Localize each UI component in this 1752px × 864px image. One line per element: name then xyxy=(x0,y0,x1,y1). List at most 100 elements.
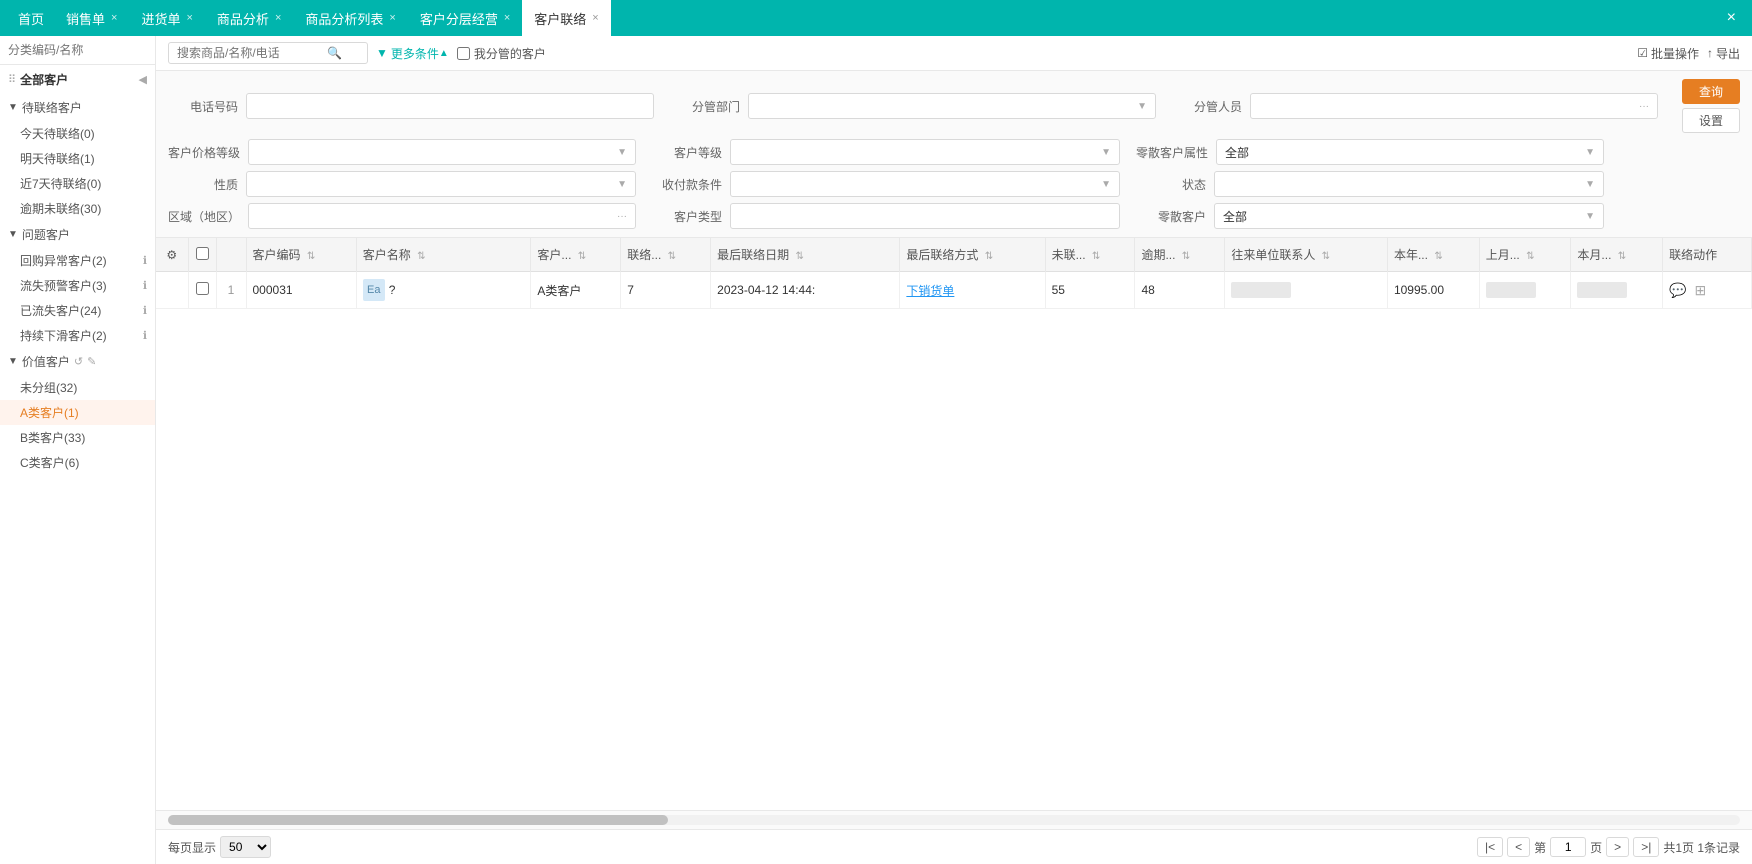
page-first-button[interactable]: |< xyxy=(1477,837,1503,857)
nav-tab-sales[interactable]: 销售单 × xyxy=(54,0,129,36)
my-customers-checkbox[interactable] xyxy=(457,47,470,60)
nature-dropdown[interactable]: ▼ xyxy=(246,171,636,197)
scatter-attr-dropdown-icon: ▼ xyxy=(1585,147,1595,158)
tab-customer-segment-close[interactable]: × xyxy=(504,12,510,24)
row-checkbox-cell[interactable] xyxy=(188,272,216,309)
all-customers-collapse-icon[interactable]: ◀ xyxy=(139,73,147,86)
sidebar-item-declining-customers[interactable]: 持续下滑客户(2) ℹ xyxy=(0,323,155,348)
col-customer-type[interactable]: 客户... ⇅ xyxy=(531,238,621,272)
nav-tab-customer-segment[interactable]: 客户分层经营 × xyxy=(408,0,522,36)
scatter-attr-value: 全部 xyxy=(1225,144,1249,161)
sidebar-item-today-pending[interactable]: 今天待联络(0) xyxy=(0,121,155,146)
horizontal-scrollbar[interactable] xyxy=(156,810,1752,829)
contact-method-link[interactable]: 下销货单 xyxy=(906,284,954,298)
sidebar-all-customers[interactable]: ⠿ 全部客户 ◀ xyxy=(0,65,155,94)
sidebar-pending-contact-group[interactable]: ▼ 待联络客户 xyxy=(0,94,155,121)
sidebar-search-input[interactable] xyxy=(8,43,156,57)
sidebar-item-repurchase-abnormal[interactable]: 回购异常客户(2) ℹ xyxy=(0,248,155,273)
price-level-dropdown[interactable]: ▼ xyxy=(248,139,636,165)
filter-field-scatter: 零散客户 全部 ▼ xyxy=(1136,203,1604,229)
col-last-contact-method[interactable]: 最后联络方式 ⇅ xyxy=(900,238,1045,272)
row-unit-contact-cell xyxy=(1225,272,1388,309)
close-all-tabs[interactable]: × xyxy=(1719,9,1744,27)
phone-input[interactable] xyxy=(246,93,654,119)
sidebar-problem-customers-group[interactable]: ▼ 问题客户 xyxy=(0,221,155,248)
payment-dropdown[interactable]: ▼ xyxy=(730,171,1120,197)
batch-operations-button[interactable]: ☑ 批量操作 xyxy=(1637,45,1699,62)
col-no-contact[interactable]: 未联... ⇅ xyxy=(1045,238,1135,272)
tab-sales-close[interactable]: × xyxy=(111,12,117,24)
per-page-select[interactable]: 50 100 200 xyxy=(220,836,271,858)
my-customers-filter[interactable]: 我分管的客户 xyxy=(457,45,546,62)
value-customers-refresh-icon[interactable]: ↺ xyxy=(74,355,83,368)
col-contact-count[interactable]: 联络... ⇅ xyxy=(621,238,711,272)
scatter-dropdown[interactable]: 全部 ▼ xyxy=(1214,203,1604,229)
sidebar-item-loss-warning[interactable]: 流失预警客户(3) ℹ xyxy=(0,273,155,298)
price-level-label: 客户价格等级 xyxy=(168,144,240,161)
sidebar-value-customers-group[interactable]: ▼ 价值客户 ↺ ✎ xyxy=(0,348,155,375)
sidebar-item-lost-customers[interactable]: 已流失客户(24) ℹ xyxy=(0,298,155,323)
col-checkbox[interactable] xyxy=(188,238,216,272)
col-this-month[interactable]: 本月... ⇅ xyxy=(1571,238,1663,272)
horizontal-scrollbar-thumb[interactable] xyxy=(168,815,668,825)
page-next-button[interactable]: > xyxy=(1606,837,1629,857)
action-chat-icon[interactable]: 💬 xyxy=(1669,282,1686,299)
tab-purchase-close[interactable]: × xyxy=(186,12,192,24)
export-button[interactable]: ↑ 导出 xyxy=(1707,45,1740,62)
sidebar-item-c-customers[interactable]: C类客户(6) xyxy=(0,450,155,475)
table-body: 1 000031 Ea ? A类客户 7 2023-04-12 14:44: xyxy=(156,272,1752,309)
payment-dropdown-icon: ▼ xyxy=(1101,179,1111,190)
sidebar-item-tomorrow-pending[interactable]: 明天待联络(1) xyxy=(0,146,155,171)
col-unit-contact[interactable]: 往来单位联系人 ⇅ xyxy=(1225,238,1388,272)
sidebar-item-a-customers[interactable]: A类客户(1) xyxy=(0,400,155,425)
col-last-month[interactable]: 上月... ⇅ xyxy=(1479,238,1571,272)
nav-tab-product-analysis[interactable]: 商品分析 × xyxy=(205,0,293,36)
tab-product-analysis-list-close[interactable]: × xyxy=(389,12,395,24)
row-checkbox[interactable] xyxy=(196,282,209,295)
page-number-input[interactable] xyxy=(1550,837,1586,857)
tab-customer-contact-close[interactable]: × xyxy=(592,12,598,24)
region-input[interactable]: ··· xyxy=(248,203,636,229)
filter-more-conditions[interactable]: ▼ 更多条件 ▲ xyxy=(376,45,449,62)
person-input[interactable]: ··· xyxy=(1250,93,1658,119)
row-last-contact-date-cell: 2023-04-12 14:44: xyxy=(711,272,900,309)
page-prev-button[interactable]: < xyxy=(1507,837,1530,857)
col-overdue[interactable]: 逾期... ⇅ xyxy=(1135,238,1225,272)
col-gear[interactable]: ⚙ xyxy=(156,238,188,272)
customer-level-dropdown[interactable]: ▼ xyxy=(730,139,1120,165)
nav-home[interactable]: 首页 xyxy=(8,0,54,36)
customer-name-text: ? xyxy=(389,283,396,297)
value-customers-edit-icon[interactable]: ✎ xyxy=(87,355,96,368)
my-customers-label: 我分管的客户 xyxy=(474,45,546,62)
filter-field-customer-type: 客户类型 xyxy=(652,203,1120,229)
table-row: 1 000031 Ea ? A类客户 7 2023-04-12 14:44: xyxy=(156,272,1752,309)
scatter-attr-dropdown[interactable]: 全部 ▼ xyxy=(1216,139,1604,165)
page-last-button[interactable]: >| xyxy=(1633,837,1659,857)
row-customer-type-cell: A类客户 xyxy=(531,272,621,309)
col-this-year[interactable]: 本年... ⇅ xyxy=(1387,238,1479,272)
col-name[interactable]: 客户名称 ⇅ xyxy=(356,238,531,272)
loss-warning-info-icon: ℹ xyxy=(143,279,147,292)
horizontal-scrollbar-track xyxy=(168,815,1740,825)
tab-product-analysis-close[interactable]: × xyxy=(275,12,281,24)
nav-tab-purchase[interactable]: 进货单 × xyxy=(129,0,204,36)
gear-icon: ⚙ xyxy=(166,248,177,262)
nav-tab-customer-contact[interactable]: 客户联络 × xyxy=(522,0,610,36)
row-last-contact-method-cell[interactable]: 下销货单 xyxy=(900,272,1045,309)
action-grid-icon[interactable]: ⊞ xyxy=(1695,282,1707,299)
customer-type-input[interactable] xyxy=(730,203,1120,229)
query-button[interactable]: 查询 xyxy=(1682,79,1740,104)
select-all-checkbox[interactable] xyxy=(196,247,209,260)
col-code[interactable]: 客户编码 ⇅ xyxy=(246,238,356,272)
sidebar-item-overdue-pending[interactable]: 逾期未联络(30) xyxy=(0,196,155,221)
nav-tab-product-analysis-list[interactable]: 商品分析列表 × xyxy=(293,0,407,36)
sidebar-item-b-customers[interactable]: B类客户(33) xyxy=(0,425,155,450)
status-dropdown[interactable]: ▼ xyxy=(1214,171,1604,197)
per-page-label: 每页显示 xyxy=(168,839,216,856)
col-last-contact-date[interactable]: 最后联络日期 ⇅ xyxy=(711,238,900,272)
filter-search-input[interactable] xyxy=(177,46,327,60)
settings-button[interactable]: 设置 xyxy=(1682,108,1740,133)
sidebar-item-week-pending[interactable]: 近7天待联络(0) xyxy=(0,171,155,196)
dept-dropdown[interactable]: ▼ xyxy=(748,93,1156,119)
sidebar-item-ungrouped[interactable]: 未分组(32) xyxy=(0,375,155,400)
